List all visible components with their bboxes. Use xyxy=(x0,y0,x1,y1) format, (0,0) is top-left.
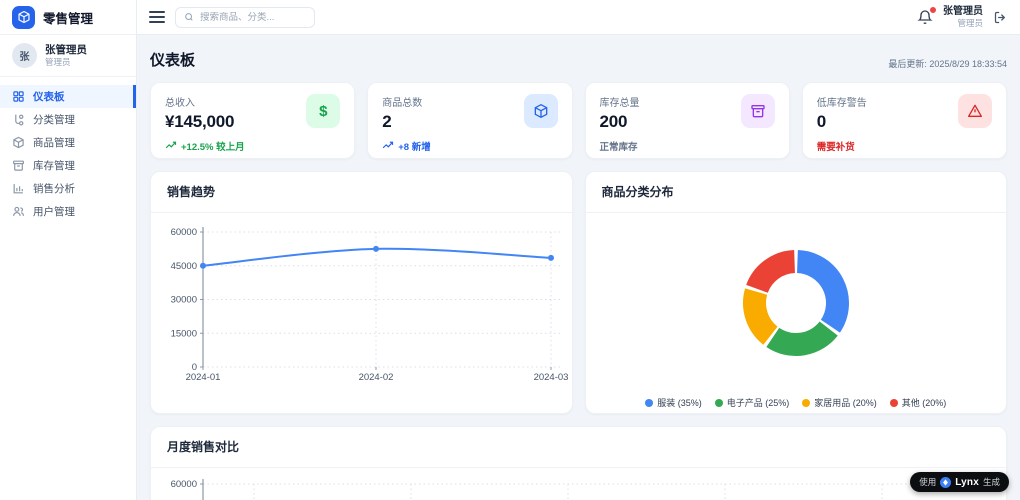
category-distribution-card: 商品分类分布 服装 (35%) 电子产品 (25%) 家居用品 (20%) 其他… xyxy=(585,171,1008,414)
stat-sub-text: 正常库存 xyxy=(600,139,640,153)
legend-dot xyxy=(890,399,898,407)
stat-label: 库存总量 xyxy=(600,94,640,109)
charts-row: 销售趋势 0150003000045000600002024-012024-02… xyxy=(150,171,1007,414)
svg-text:2024-01: 2024-01 xyxy=(186,372,221,383)
sidebar-item-label: 库存管理 xyxy=(33,158,75,173)
stat-value: ¥145,000 xyxy=(165,112,245,132)
stat-sub-text: 需要补货 xyxy=(817,139,867,153)
stat-label: 商品总数 xyxy=(382,94,430,109)
search-icon xyxy=(184,12,194,22)
bar-chart-icon xyxy=(12,182,25,195)
sidebar-user-card: 张 张管理员 管理员 xyxy=(0,35,136,77)
sidebar-item-label: 商品管理 xyxy=(33,135,75,150)
stats-row: 总收入 ¥145,000 +12.5% 较上月 $ 商品总数 2 +8 新增 xyxy=(150,82,1007,159)
legend-item: 电子产品 (25%) xyxy=(715,396,790,409)
lynx-brand-text: Lynx xyxy=(955,477,979,488)
sidebar-item-label: 分类管理 xyxy=(33,112,75,127)
lynx-generated-badge[interactable]: 使用 Lynx 生成 xyxy=(910,472,1009,492)
svg-text:15000: 15000 xyxy=(171,328,197,339)
chart-title: 销售趋势 xyxy=(167,185,215,199)
trend-up-icon xyxy=(165,140,177,152)
donut-legend: 服装 (35%) 电子产品 (25%) 家居用品 (20%) 其他 (20%) xyxy=(586,396,1007,409)
svg-text:2024-02: 2024-02 xyxy=(359,372,394,383)
legend-item: 其他 (20%) xyxy=(890,396,947,409)
app-logo-icon xyxy=(12,6,35,29)
sidebar-item-users[interactable]: 用户管理 xyxy=(0,200,136,223)
trend-up-icon xyxy=(382,140,394,152)
notification-dot xyxy=(929,6,937,14)
stat-value: 0 xyxy=(817,112,867,132)
users-icon xyxy=(12,205,25,218)
monthly-sales-bar-chart: 60000 xyxy=(151,468,1006,500)
sidebar-item-inventory[interactable]: 库存管理 xyxy=(0,154,136,177)
svg-text:45000: 45000 xyxy=(171,261,197,272)
sidebar-item-products[interactable]: 商品管理 xyxy=(0,131,136,154)
topbar-user-role: 管理员 xyxy=(943,18,983,28)
last-updated-text: 最后更新: 2025/8/29 18:33:54 xyxy=(888,57,1007,70)
stat-card-low-stock: 低库存警告 0 需要补货 xyxy=(802,82,1007,159)
chart-title: 商品分类分布 xyxy=(602,185,674,199)
sidebar-item-label: 销售分析 xyxy=(33,181,75,196)
sidebar: 零售管理 张 张管理员 管理员 仪表板 分类管理 商品管理 xyxy=(0,0,137,500)
stat-trend-text: +8 新增 xyxy=(382,139,430,153)
page-title: 仪表板 xyxy=(150,49,195,70)
legend-dot xyxy=(645,399,653,407)
stat-value: 200 xyxy=(600,112,640,132)
stat-value: 2 xyxy=(382,112,430,132)
search-box[interactable] xyxy=(175,7,315,28)
sidebar-user-role: 管理员 xyxy=(45,57,87,68)
sales-trend-card: 销售趋势 0150003000045000600002024-012024-02… xyxy=(150,171,573,414)
topbar-user-name: 张管理员 xyxy=(943,6,983,18)
svg-text:60000: 60000 xyxy=(171,479,197,490)
hamburger-menu-icon[interactable] xyxy=(149,11,165,23)
brand-header: 零售管理 xyxy=(0,0,136,35)
lynx-logo-icon xyxy=(940,477,951,488)
chart-title: 月度销售对比 xyxy=(167,440,239,454)
legend-dot xyxy=(802,399,810,407)
monthly-sales-card: 月度销售对比 60000 xyxy=(150,426,1007,500)
archive-icon xyxy=(741,94,775,128)
stat-label: 总收入 xyxy=(165,94,245,109)
stat-card-revenue: 总收入 ¥145,000 +12.5% 较上月 $ xyxy=(150,82,355,159)
sidebar-item-label: 用户管理 xyxy=(33,204,75,219)
sidebar-item-dashboard[interactable]: 仪表板 xyxy=(0,85,136,108)
main-content: 仪表板 最后更新: 2025/8/29 18:33:54 总收入 ¥145,00… xyxy=(137,35,1020,500)
dashboard-grid-icon xyxy=(12,90,25,103)
app-title: 零售管理 xyxy=(43,8,93,27)
stat-card-products: 商品总数 2 +8 新增 xyxy=(367,82,572,159)
sidebar-user-name: 张管理员 xyxy=(45,44,87,57)
legend-dot xyxy=(715,399,723,407)
sidebar-item-categories[interactable]: 分类管理 xyxy=(0,108,136,131)
sidebar-menu: 仪表板 分类管理 商品管理 库存管理 销售分析 用户管理 xyxy=(0,77,136,223)
category-tree-icon xyxy=(12,113,25,126)
svg-text:30000: 30000 xyxy=(171,295,197,306)
retail-dashboard-app: 零售管理 张 张管理员 管理员 仪表板 分类管理 商品管理 xyxy=(0,0,1020,500)
sidebar-item-sales-analytics[interactable]: 销售分析 xyxy=(0,177,136,200)
stat-label: 低库存警告 xyxy=(817,94,867,109)
sales-trend-line-chart: 0150003000045000600002024-012024-022024-… xyxy=(151,213,572,414)
package-icon xyxy=(524,94,558,128)
legend-item: 服装 (35%) xyxy=(645,396,702,409)
avatar: 张 xyxy=(12,43,37,68)
svg-text:2024-03: 2024-03 xyxy=(534,372,569,383)
notifications-button[interactable] xyxy=(917,9,933,25)
svg-text:60000: 60000 xyxy=(171,227,197,238)
topbar-user: 张管理员 管理员 xyxy=(943,6,983,28)
archive-icon xyxy=(12,159,25,172)
stat-card-inventory: 库存总量 200 正常库存 xyxy=(585,82,790,159)
logout-icon xyxy=(993,10,1008,25)
alert-triangle-icon xyxy=(958,94,992,128)
legend-item: 家居用品 (20%) xyxy=(802,396,877,409)
package-icon xyxy=(12,136,25,149)
stat-trend-text: +12.5% 较上月 xyxy=(165,139,245,153)
logout-button[interactable] xyxy=(993,10,1008,25)
topbar: 张管理员 管理员 xyxy=(137,0,1020,35)
sidebar-item-label: 仪表板 xyxy=(33,89,65,104)
dollar-icon: $ xyxy=(306,94,340,128)
category-donut-chart: 服装 (35%) 电子产品 (25%) 家居用品 (20%) 其他 (20%) xyxy=(586,213,1007,414)
search-input[interactable] xyxy=(200,12,306,23)
